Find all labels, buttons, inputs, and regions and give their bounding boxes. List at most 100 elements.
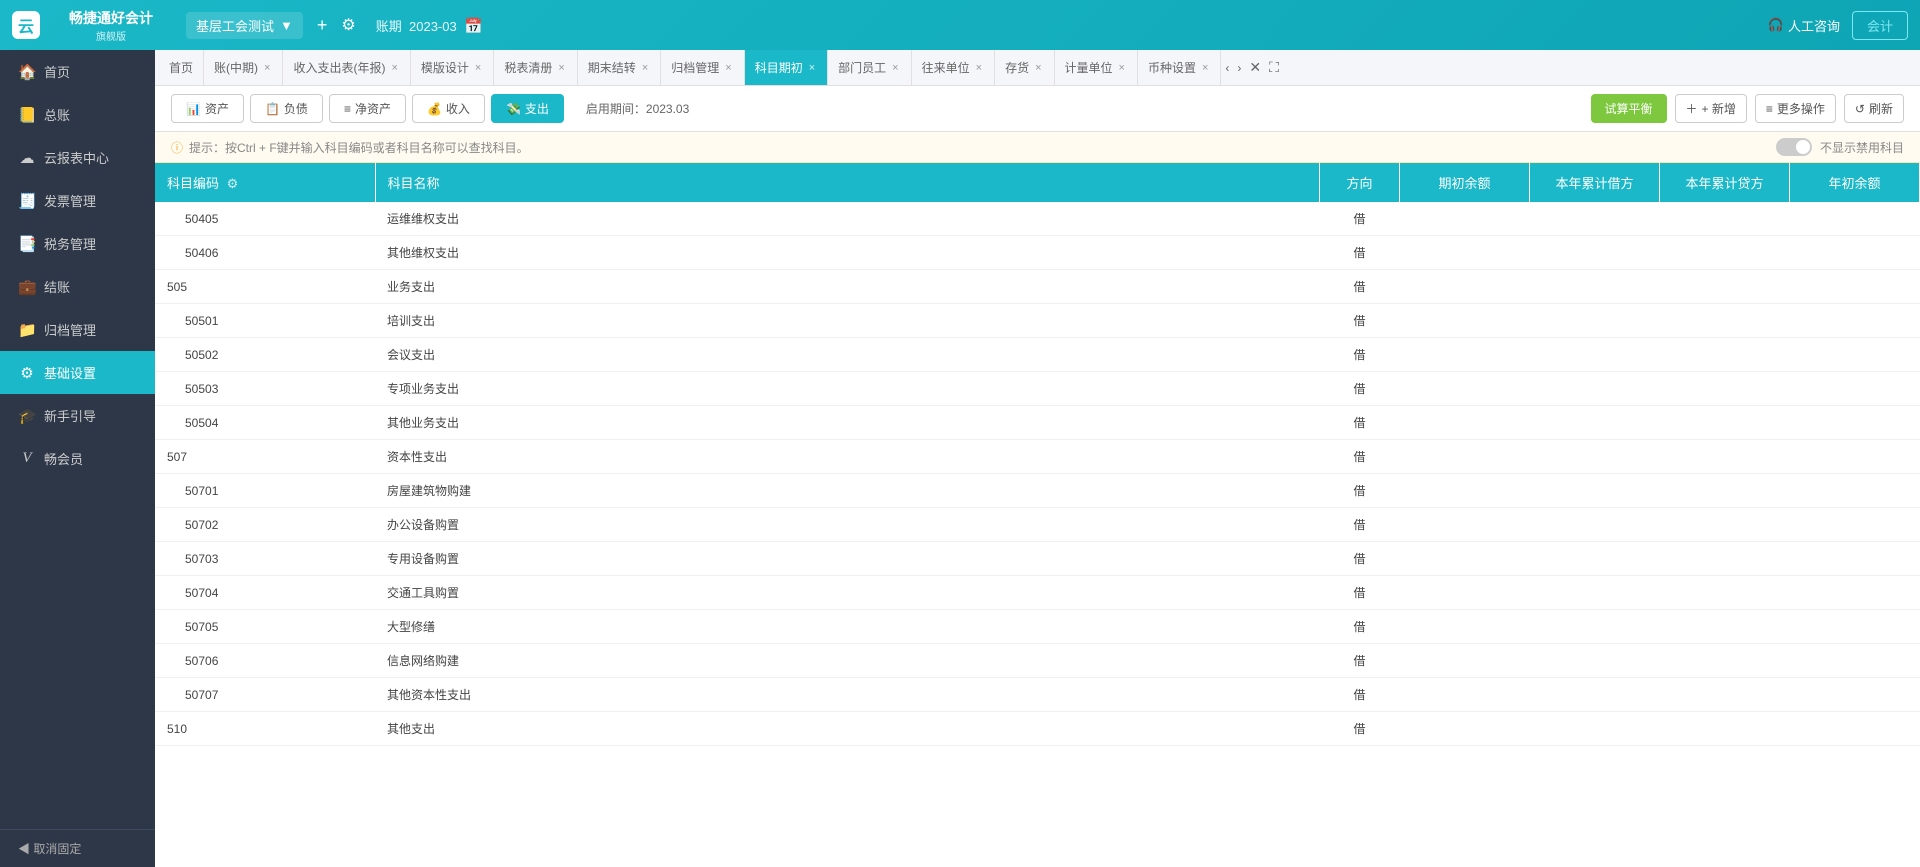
table-row[interactable]: 50501 培训支出 借: [155, 304, 1920, 338]
tab-dept[interactable]: 部门员工 ×: [828, 50, 911, 86]
tab-inventory-close[interactable]: ×: [1033, 62, 1043, 74]
cell-debit-7: [1530, 440, 1660, 474]
tab-tax-report-close[interactable]: ×: [556, 62, 566, 74]
tab-period-end[interactable]: 期末结转 ×: [578, 50, 661, 86]
table-row[interactable]: 510 其他支出 借: [155, 712, 1920, 746]
tab-period-end-close[interactable]: ×: [640, 62, 650, 74]
tip-icon: ⓘ: [171, 139, 183, 156]
table-row[interactable]: 50703 专用设备购置 借: [155, 542, 1920, 576]
sidebar-item-basic-settings[interactable]: ⚙ 基础设置: [0, 351, 155, 394]
invoice-icon: 🧾: [18, 192, 36, 210]
refresh-label: 刷新: [1869, 100, 1893, 117]
tab-template-close[interactable]: ×: [473, 62, 483, 74]
tab-counterparty[interactable]: 往来单位 ×: [912, 50, 995, 86]
disable-toggle[interactable]: [1776, 138, 1812, 156]
sub-tab-net-assets[interactable]: ≡ 净资产: [329, 94, 406, 123]
table-row[interactable]: 505 业务支出 借: [155, 270, 1920, 304]
support-button[interactable]: 🎧 人工咨询: [1768, 16, 1840, 35]
more-actions-button[interactable]: ≡ 更多操作: [1755, 94, 1836, 123]
tab-counterparty-close[interactable]: ×: [974, 62, 984, 74]
cell-code-13: 50706: [155, 644, 375, 678]
add-button[interactable]: ＋ + 新增: [1675, 94, 1747, 123]
tab-inventory[interactable]: 存货 ×: [995, 50, 1054, 86]
table-row[interactable]: 50702 办公设备购置 借: [155, 508, 1920, 542]
cell-debit-3: [1530, 304, 1660, 338]
tab-currency[interactable]: 币种设置 ×: [1138, 50, 1221, 86]
column-settings-icon[interactable]: ⚙: [227, 176, 239, 191]
tab-mid-period-close[interactable]: ×: [262, 62, 272, 74]
tab-mid-period[interactable]: 账(中期) ×: [204, 50, 283, 86]
tab-unit-close[interactable]: ×: [1117, 62, 1127, 74]
sidebar-item-ledger[interactable]: 📒 总账: [0, 93, 155, 136]
sidebar-item-reports[interactable]: ☁ 云报表中心: [0, 136, 155, 179]
tab-maximize-btn[interactable]: ⛶: [1265, 59, 1283, 76]
tab-template[interactable]: 模版设计 ×: [411, 50, 494, 86]
tab-next-btn[interactable]: ›: [1233, 61, 1245, 75]
cell-code-4: 50502: [155, 338, 375, 372]
cell-dir-13: 借: [1320, 644, 1400, 678]
table-row[interactable]: 50406 其他维权支出 借: [155, 236, 1920, 270]
archive-icon: 📁: [18, 321, 36, 339]
cell-code-2: 505: [155, 270, 375, 304]
tab-unit[interactable]: 计量单位 ×: [1055, 50, 1138, 86]
sidebar-label-basic-settings: 基础设置: [44, 363, 96, 382]
tab-subject-init[interactable]: 科目期初 ×: [745, 50, 828, 86]
table-row[interactable]: 50701 房屋建筑物购建 借: [155, 474, 1920, 508]
sidebar-item-home[interactable]: 🏠 首页: [0, 50, 155, 93]
table-row[interactable]: 50705 大型修缮 借: [155, 610, 1920, 644]
table-wrapper[interactable]: 科目编码 ⚙ 科目名称 方向 期初余额 本年累计借方 本年累计贷方 年初余额 5…: [155, 163, 1920, 867]
table-row[interactable]: 50706 信息网络购建 借: [155, 644, 1920, 678]
table-row[interactable]: 50707 其他资本性支出 借: [155, 678, 1920, 712]
liability-icon: 📋: [265, 102, 280, 116]
sidebar-item-close[interactable]: 💼 结账: [0, 265, 155, 308]
sidebar-item-archive[interactable]: 📁 归档管理: [0, 308, 155, 351]
sidebar-item-member[interactable]: V 畅会员: [0, 437, 155, 480]
refresh-button[interactable]: ↺ 刷新: [1844, 94, 1904, 123]
tab-counterparty-label: 往来单位: [922, 59, 970, 76]
sub-tab-expense-label: 支出: [525, 100, 549, 117]
more-icon: ≡: [1766, 102, 1773, 116]
sub-tab-expense[interactable]: 💸 支出: [491, 94, 564, 123]
cell-name-7: 资本性支出: [375, 440, 1320, 474]
tab-subject-init-close[interactable]: ×: [807, 62, 817, 74]
sub-tab-asset-label: 资产: [205, 100, 229, 117]
table-row[interactable]: 50504 其他业务支出 借: [155, 406, 1920, 440]
tab-annual-report[interactable]: 收入支出表(年报) ×: [283, 50, 410, 86]
table-row[interactable]: 50704 交通工具购置 借: [155, 576, 1920, 610]
tab-annual-report-close[interactable]: ×: [389, 62, 399, 74]
settings-gear-icon[interactable]: ⚙: [341, 15, 355, 35]
cell-debit-0: [1530, 202, 1660, 236]
sub-tab-asset[interactable]: 📊 资产: [171, 94, 244, 123]
tab-currency-close[interactable]: ×: [1200, 62, 1210, 74]
calc-balance-button[interactable]: 试算平衡: [1591, 94, 1667, 123]
tab-archive[interactable]: 归档管理 ×: [661, 50, 744, 86]
tab-archive-close[interactable]: ×: [723, 62, 733, 74]
calendar-icon[interactable]: 📅: [464, 18, 483, 35]
sub-tab-liability[interactable]: 📋 负债: [250, 94, 323, 123]
table-row[interactable]: 50503 专项业务支出 借: [155, 372, 1920, 406]
tab-prev-btn[interactable]: ‹: [1221, 61, 1233, 75]
sidebar-collapse-btn[interactable]: ◀ 取消固定: [0, 829, 155, 867]
sub-tab-income[interactable]: 💰 收入: [412, 94, 485, 123]
tab-close-all-btn[interactable]: ✕: [1245, 59, 1265, 76]
cell-opening-5: [1400, 372, 1530, 406]
cell-credit-15: [1660, 712, 1790, 746]
sidebar-item-invoice[interactable]: 🧾 发票管理: [0, 179, 155, 222]
account-button[interactable]: 会计: [1852, 11, 1908, 40]
add-project-button[interactable]: +: [313, 15, 332, 36]
tab-dept-label: 部门员工: [838, 59, 886, 76]
table-row[interactable]: 50502 会议支出 借: [155, 338, 1920, 372]
project-selector[interactable]: 基层工会测试 ▼: [186, 12, 303, 39]
sidebar-item-guide[interactable]: 🎓 新手引导: [0, 394, 155, 437]
tab-tax-report[interactable]: 税表清册 ×: [494, 50, 577, 86]
cell-annual-0: [1790, 202, 1920, 236]
cell-dir-3: 借: [1320, 304, 1400, 338]
cell-credit-5: [1660, 372, 1790, 406]
cell-dir-6: 借: [1320, 406, 1400, 440]
tab-home[interactable]: 首页: [159, 50, 204, 86]
tab-dept-close[interactable]: ×: [890, 62, 900, 74]
table-row[interactable]: 507 资本性支出 借: [155, 440, 1920, 474]
period-info: 启用期间：2023.03: [586, 100, 689, 117]
sidebar-item-tax[interactable]: 📑 税务管理: [0, 222, 155, 265]
table-row[interactable]: 50405 运维维权支出 借: [155, 202, 1920, 236]
